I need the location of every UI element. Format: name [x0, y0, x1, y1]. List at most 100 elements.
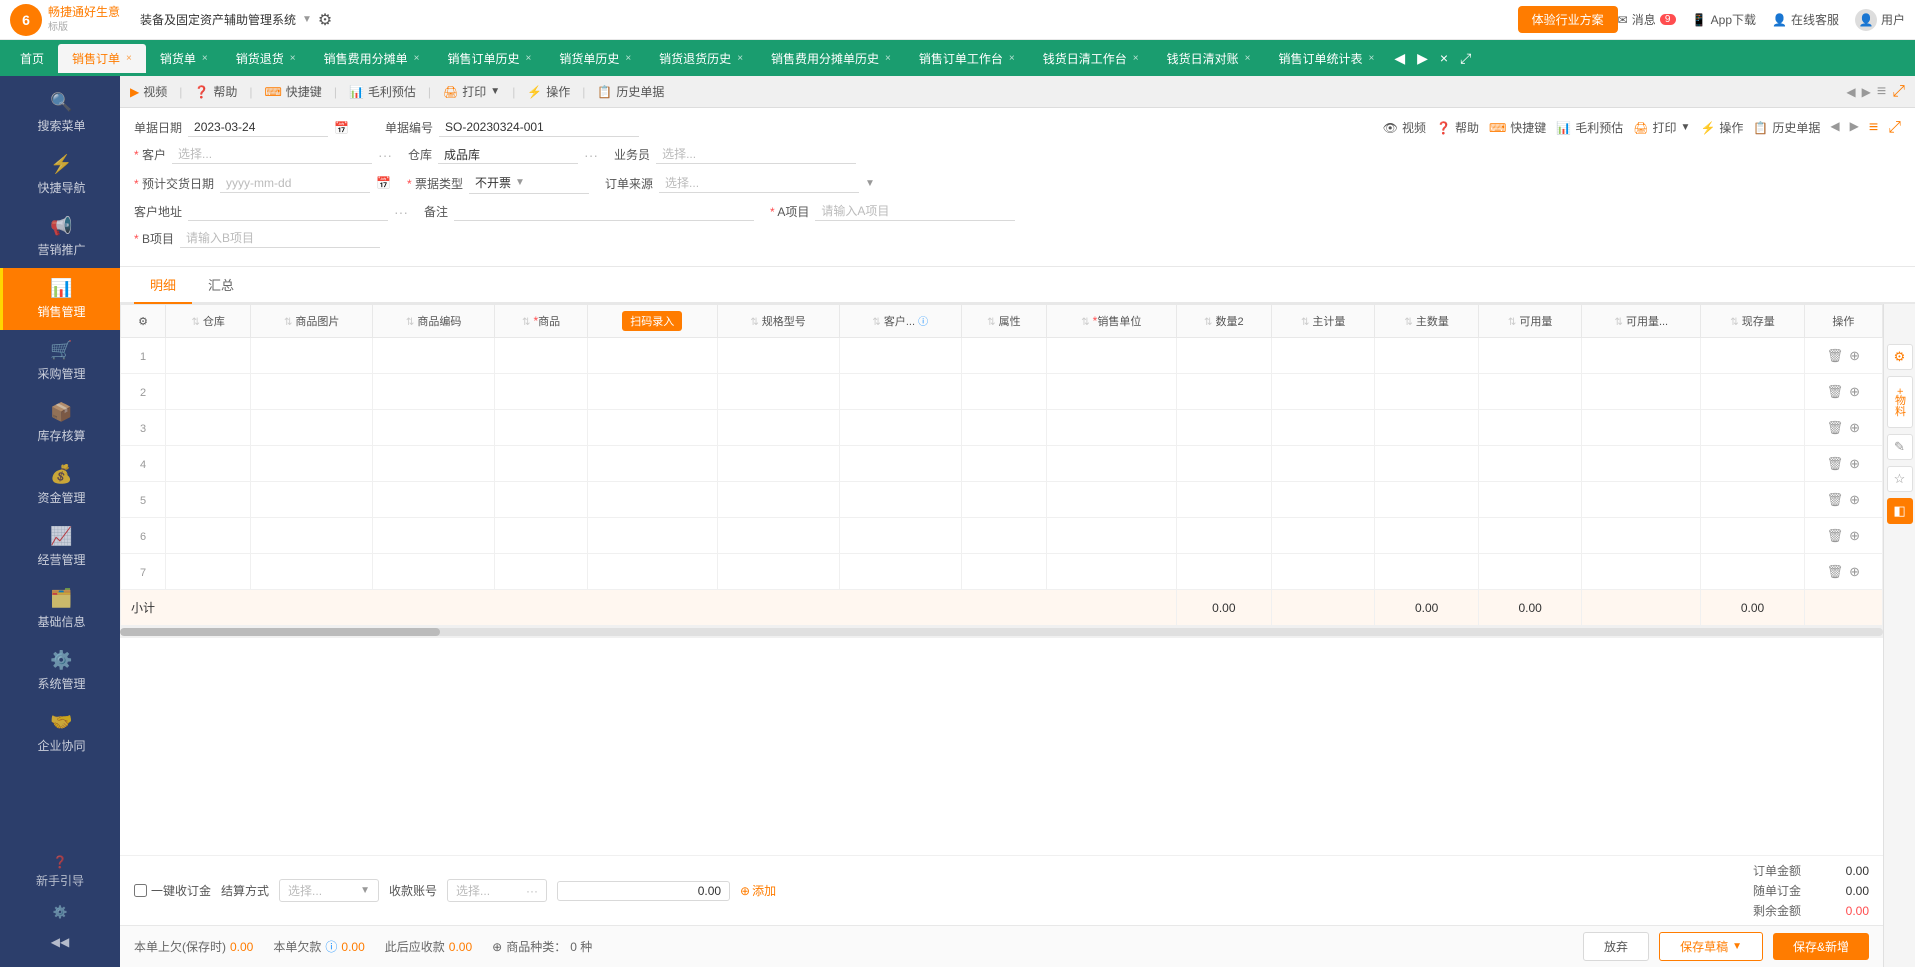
address-input[interactable] [188, 202, 388, 221]
sidebar-item-sales[interactable]: 📊 销售管理 [0, 268, 120, 330]
delete-icon[interactable]: 🗑 [1827, 564, 1844, 580]
expand-icon[interactable]: ⤢ [1892, 83, 1905, 101]
toolbar-shortcut[interactable]: ⌨ 快捷键 [264, 83, 321, 100]
amount-input[interactable] [557, 881, 730, 901]
tab-sales-order-history[interactable]: 销售订单历史 × [433, 44, 545, 73]
close-icon[interactable]: × [202, 53, 208, 64]
customer-input[interactable] [172, 145, 372, 164]
sidebar-item-settings[interactable]: ⚙️ [0, 897, 120, 927]
sidebar-item-quicknav[interactable]: ⚡ 快捷导航 [0, 144, 120, 206]
delete-icon[interactable]: 🗑 [1827, 492, 1844, 508]
right-settings-button[interactable]: ⚙ [1887, 344, 1913, 370]
col-scan[interactable]: 扫码录入 [587, 305, 717, 338]
right-edit-button[interactable]: ✎ [1887, 434, 1913, 460]
copy-icon[interactable]: ⊕ [1849, 456, 1860, 472]
save-new-button[interactable]: 保存&新增 [1773, 933, 1869, 960]
close-icon[interactable]: × [737, 53, 743, 64]
close-icon[interactable]: × [1368, 53, 1374, 64]
delete-icon[interactable]: 🗑 [1827, 348, 1844, 364]
tab-order-workbench[interactable]: 销售订单工作台 × [905, 44, 1029, 73]
sidebar-item-ops[interactable]: 📈 经营管理 [0, 516, 120, 578]
settlement-select[interactable]: 选择... ▼ [279, 879, 379, 902]
account-select[interactable]: 选择... ··· [447, 879, 547, 902]
docnum-input[interactable] [439, 118, 639, 137]
close-icon[interactable]: × [1245, 53, 1251, 64]
print-dropdown-icon[interactable]: ▼ [490, 86, 500, 97]
tab-sales-statistics[interactable]: 销售订单统计表 × [1264, 44, 1388, 73]
draft-arrow-icon[interactable]: ▼ [1732, 941, 1742, 952]
tab-prev-icon[interactable]: ◀ [1388, 50, 1411, 67]
delete-icon[interactable]: 🗑 [1827, 456, 1844, 472]
save-draft-button[interactable]: 保存草稿 ▼ [1659, 932, 1763, 961]
close-icon[interactable]: × [1009, 53, 1015, 64]
tab-invoice-history[interactable]: 销货单历史 × [545, 44, 645, 73]
address-more-icon[interactable]: ··· [394, 204, 408, 220]
close-icon[interactable]: × [290, 53, 296, 64]
tab-summary[interactable]: 汇总 [192, 267, 250, 304]
sidebar-item-collab[interactable]: 🤝 企业协同 [0, 702, 120, 764]
delete-icon[interactable]: 🗑 [1827, 528, 1844, 544]
tab-detail[interactable]: 明细 [134, 267, 192, 304]
copy-icon[interactable]: ⊕ [1849, 420, 1860, 436]
close-icon[interactable]: × [1133, 53, 1139, 64]
toolbar-help[interactable]: ❓ 帮助 [194, 83, 237, 100]
delete-icon[interactable]: 🗑 [1827, 420, 1844, 436]
close-icon[interactable]: × [414, 53, 420, 64]
sidebar-item-purchase[interactable]: 🛒 采购管理 [0, 330, 120, 392]
nav-prev2-icon[interactable]: ◀ [1830, 119, 1839, 137]
close-icon[interactable]: × [126, 53, 132, 64]
warehouse-more-icon[interactable]: ··· [584, 147, 598, 163]
expand2-icon[interactable]: ⤢ [1888, 119, 1901, 137]
right-star-button[interactable]: ☆ [1887, 466, 1913, 492]
sidebar-item-search[interactable]: 🔍 搜索菜单 [0, 82, 120, 144]
sidebar-item-system[interactable]: ⚙️ 系统管理 [0, 640, 120, 702]
order-source-input[interactable] [659, 174, 859, 193]
profit-btn[interactable]: 📊 毛利预估 [1556, 119, 1623, 137]
sidebar-item-marketing[interactable]: 📢 营销推广 [0, 206, 120, 268]
col-settings[interactable]: ⚙ [121, 305, 166, 338]
toolbar-actions[interactable]: ⚡ 操作 [527, 83, 570, 100]
toolbar-history[interactable]: 📋 历史单据 [597, 83, 664, 100]
app-download-item[interactable]: 📱 App下载 [1692, 11, 1756, 28]
one-click-input[interactable] [134, 884, 147, 897]
horizontal-scrollbar[interactable] [120, 626, 1883, 638]
tab-daily-reconcile[interactable]: 钱货日清对账 × [1153, 44, 1265, 73]
tab-return-history[interactable]: 销货退货历史 × [645, 44, 757, 73]
a-project-input[interactable] [815, 202, 1015, 221]
dropdown-arrow-icon[interactable]: ▼ [302, 14, 312, 25]
copy-icon[interactable]: ⊕ [1849, 564, 1860, 580]
sidebar-collapse-button[interactable]: ◀◀ [0, 927, 120, 957]
tab-expand-icon[interactable]: ⤢ [1454, 50, 1477, 67]
ops-btn[interactable]: ⚡ 操作 [1700, 119, 1743, 137]
industry-solution-button[interactable]: 体验行业方案 [1518, 6, 1618, 33]
close-icon[interactable]: × [885, 53, 891, 64]
date-input[interactable] [188, 118, 328, 137]
scrollbar-thumb[interactable] [120, 628, 440, 636]
sidebar-item-guide[interactable]: ❓ 新手引导 [0, 847, 120, 897]
tab-sales-return[interactable]: 销货退货 × [222, 44, 310, 73]
add-payment-button[interactable]: ⊕ 添加 [740, 882, 776, 899]
sidebar-item-inventory[interactable]: 📦 库存核算 [0, 392, 120, 454]
delivery-input[interactable] [220, 174, 370, 193]
help-btn[interactable]: ❓ 帮助 [1436, 119, 1479, 137]
tab-home[interactable]: 首页 [6, 44, 58, 73]
view-btn[interactable]: 👁 视频 [1383, 119, 1426, 137]
toolbar-view[interactable]: ▶ 视频 [130, 83, 167, 100]
discard-button[interactable]: 放弃 [1583, 932, 1649, 961]
right-addrow-button[interactable]: +物料 [1887, 376, 1913, 428]
user-item[interactable]: 👤 用户 [1855, 9, 1905, 31]
toolbar-profit[interactable]: 📊 毛利预估 [349, 83, 416, 100]
delivery-calendar-icon[interactable]: 📅 [376, 176, 391, 190]
online-service-item[interactable]: 👤 在线客服 [1772, 11, 1839, 28]
tab-expense-history[interactable]: 销售费用分摊单历史 × [757, 44, 905, 73]
message-item[interactable]: ✉ 消息 9 [1618, 11, 1676, 28]
tab-close-all-icon[interactable]: × [1434, 50, 1454, 66]
invoice-select[interactable]: 不开票 ▼ [469, 172, 589, 194]
calendar-icon[interactable]: 📅 [334, 121, 349, 135]
settings-icon[interactable]: ⚙ [318, 10, 332, 30]
print-btn[interactable]: 🖨 打印 ▼ [1633, 119, 1690, 137]
warehouse-input[interactable] [438, 145, 578, 164]
shortcut-btn[interactable]: ⌨ 快捷键 [1489, 119, 1546, 137]
right-active-button[interactable]: ◧ [1887, 498, 1913, 524]
layout-icon[interactable]: ≡ [1877, 83, 1886, 101]
